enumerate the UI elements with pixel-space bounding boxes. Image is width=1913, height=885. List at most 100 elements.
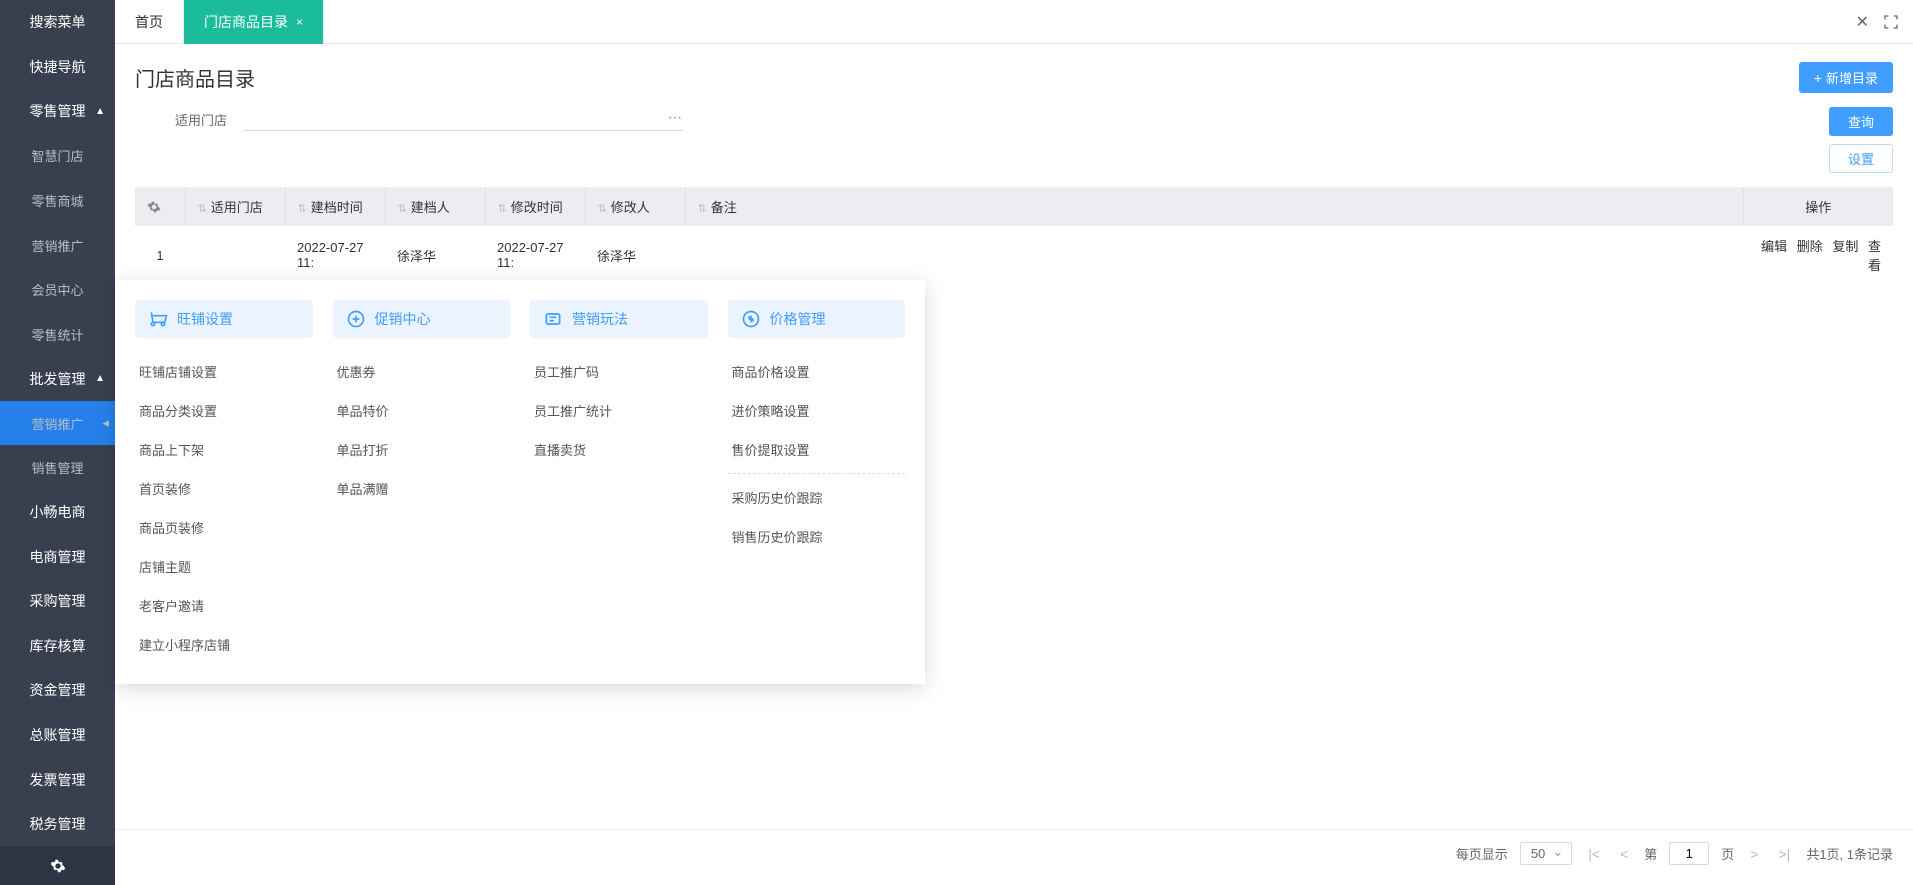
menu-header-promo: 促销中心	[333, 300, 511, 338]
col-remark[interactable]: ⇅备注	[685, 187, 1743, 226]
sidebar-item-member-center[interactable]: 会员中心	[0, 267, 115, 312]
sidebar-item-inventory[interactable]: 库存核算	[0, 624, 115, 669]
sidebar-item-invoice[interactable]: 发票管理	[0, 757, 115, 802]
table-row[interactable]: 1 2022-07-27 11: 徐泽华 2022-07-27 11: 徐泽华 …	[135, 226, 1893, 284]
close-all-icon[interactable]: ✕	[1856, 12, 1869, 32]
marketing-icon	[542, 308, 564, 330]
sidebar-item-quick-nav[interactable]: 快捷导航	[0, 45, 115, 90]
col-gear[interactable]	[135, 187, 185, 226]
col-mod-by[interactable]: ⇅修改人	[585, 187, 685, 226]
page-label-2: 页	[1721, 844, 1734, 863]
page-prev[interactable]: <	[1616, 846, 1632, 862]
menu-divider	[728, 473, 906, 474]
mega-menu: 旺铺设置 旺铺店铺设置 商品分类设置 商品上下架 首页装修 商品页装修 店铺主题…	[115, 280, 925, 684]
chevron-up-icon: ▲	[95, 373, 105, 384]
menu-item[interactable]: 采购历史价跟踪	[728, 478, 906, 517]
menu-col-price: 价格管理 商品价格设置 进价策略设置 售价提取设置 采购历史价跟踪 销售历史价跟…	[728, 300, 906, 664]
page-first[interactable]: |<	[1584, 846, 1604, 862]
sidebar-item-sales-mgmt[interactable]: 销售管理	[0, 445, 115, 490]
settings-button[interactable]: 设置	[1829, 144, 1893, 173]
menu-item[interactable]: 销售历史价跟踪	[728, 517, 906, 556]
sidebar-item-purchase[interactable]: 采购管理	[0, 579, 115, 624]
menu-item[interactable]: 商品上下架	[135, 430, 313, 469]
menu-item[interactable]: 店铺主题	[135, 547, 313, 586]
menu-header-marketing: 营销玩法	[530, 300, 708, 338]
sidebar-item-tax[interactable]: 税务管理	[0, 802, 115, 847]
cell-mod-by: 徐泽华	[585, 226, 685, 284]
page-last[interactable]: >|	[1775, 846, 1795, 862]
action-edit[interactable]: 编辑	[1761, 239, 1787, 254]
sidebar-item-ledger[interactable]: 总账管理	[0, 713, 115, 758]
search-button[interactable]: 查询	[1829, 107, 1893, 136]
cell-store	[185, 226, 285, 284]
add-catalog-button[interactable]: +新增目录	[1799, 62, 1893, 93]
menu-item[interactable]: 单品满赠	[333, 469, 511, 508]
close-icon[interactable]: ×	[296, 15, 303, 29]
price-icon	[740, 308, 762, 330]
sort-icon: ⇅	[698, 203, 707, 215]
menu-item[interactable]: 优惠券	[333, 352, 511, 391]
col-store[interactable]: ⇅适用门店	[185, 187, 285, 226]
fullscreen-icon[interactable]	[1883, 14, 1899, 30]
col-create-time[interactable]: ⇅建档时间	[285, 187, 385, 226]
pagination: 每页显示 50 |< < 第 页 > >| 共1页, 1条记录	[115, 829, 1913, 885]
menu-item[interactable]: 商品分类设置	[135, 391, 313, 430]
filter-store-label: 适用门店	[175, 110, 227, 129]
sidebar-item-funds[interactable]: 资金管理	[0, 668, 115, 713]
sidebar-item-retail[interactable]: 零售管理▲	[0, 89, 115, 134]
page-title: 门店商品目录	[135, 63, 255, 92]
sidebar-item-xiaochang[interactable]: 小畅电商	[0, 490, 115, 535]
filter-store-input[interactable]	[243, 107, 683, 131]
menu-header-price: 价格管理	[728, 300, 906, 338]
menu-item[interactable]: 首页装修	[135, 469, 313, 508]
menu-item[interactable]: 老客户邀请	[135, 586, 313, 625]
menu-item[interactable]: 单品打折	[333, 430, 511, 469]
col-create-by[interactable]: ⇅建档人	[385, 187, 485, 226]
sidebar: 搜索菜单 快捷导航 零售管理▲ 智慧门店 零售商城 营销推广 会员中心 零售统计…	[0, 0, 115, 885]
per-page-select[interactable]: 50	[1520, 842, 1572, 865]
menu-item[interactable]: 售价提取设置	[728, 430, 906, 469]
sidebar-item-retail-mall[interactable]: 零售商城	[0, 178, 115, 223]
cell-remark	[685, 226, 1743, 284]
chevron-left-icon: ◂	[102, 415, 109, 431]
cell-create-time: 2022-07-27 11:	[285, 226, 385, 284]
menu-header-shop: 旺铺设置	[135, 300, 313, 338]
page-summary: 共1页, 1条记录	[1806, 844, 1893, 863]
gear-icon	[147, 200, 173, 214]
tab-home[interactable]: 首页	[115, 0, 184, 44]
page-input[interactable]	[1669, 842, 1709, 865]
menu-item[interactable]: 商品价格设置	[728, 352, 906, 391]
plus-icon: +	[1814, 70, 1822, 86]
sidebar-item-marketing-1[interactable]: 营销推广	[0, 223, 115, 268]
sidebar-item-ecommerce[interactable]: 电商管理	[0, 535, 115, 580]
menu-item[interactable]: 进价策略设置	[728, 391, 906, 430]
page-next[interactable]: >	[1746, 846, 1762, 862]
menu-col-shop: 旺铺设置 旺铺店铺设置 商品分类设置 商品上下架 首页装修 商品页装修 店铺主题…	[135, 300, 313, 664]
menu-item[interactable]: 直播卖货	[530, 430, 708, 469]
cell-create-by: 徐泽华	[385, 226, 485, 284]
tab-store-catalog[interactable]: 门店商品目录 ×	[184, 0, 324, 44]
menu-item[interactable]: 单品特价	[333, 391, 511, 430]
action-delete[interactable]: 删除	[1797, 239, 1823, 254]
menu-item[interactable]: 员工推广码	[530, 352, 708, 391]
sidebar-item-marketing-2[interactable]: 营销推广◂	[0, 401, 115, 446]
sidebar-item-search-menu[interactable]: 搜索菜单	[0, 0, 115, 45]
menu-col-marketing: 营销玩法 员工推广码 员工推广统计 直播卖货	[530, 300, 708, 664]
sidebar-settings[interactable]	[0, 846, 115, 885]
more-icon[interactable]: ⋯	[668, 109, 683, 126]
action-copy[interactable]: 复制	[1832, 239, 1858, 254]
cell-mod-time: 2022-07-27 11:	[485, 226, 585, 284]
action-view[interactable]: 查看	[1868, 239, 1881, 273]
menu-item[interactable]: 建立小程序店铺	[135, 625, 313, 664]
page-label-1: 第	[1644, 844, 1657, 863]
chevron-up-icon: ▲	[95, 106, 105, 117]
sidebar-item-retail-stats[interactable]: 零售统计	[0, 312, 115, 357]
menu-item[interactable]: 商品页装修	[135, 508, 313, 547]
menu-item[interactable]: 员工推广统计	[530, 391, 708, 430]
sidebar-item-wholesale[interactable]: 批发管理▲	[0, 356, 115, 401]
menu-item[interactable]: 旺铺店铺设置	[135, 352, 313, 391]
sidebar-item-smart-store[interactable]: 智慧门店	[0, 134, 115, 179]
sort-icon: ⇅	[598, 203, 607, 215]
col-mod-time[interactable]: ⇅修改时间	[485, 187, 585, 226]
cell-actions: 编辑 删除 复制 查看	[1743, 226, 1893, 284]
